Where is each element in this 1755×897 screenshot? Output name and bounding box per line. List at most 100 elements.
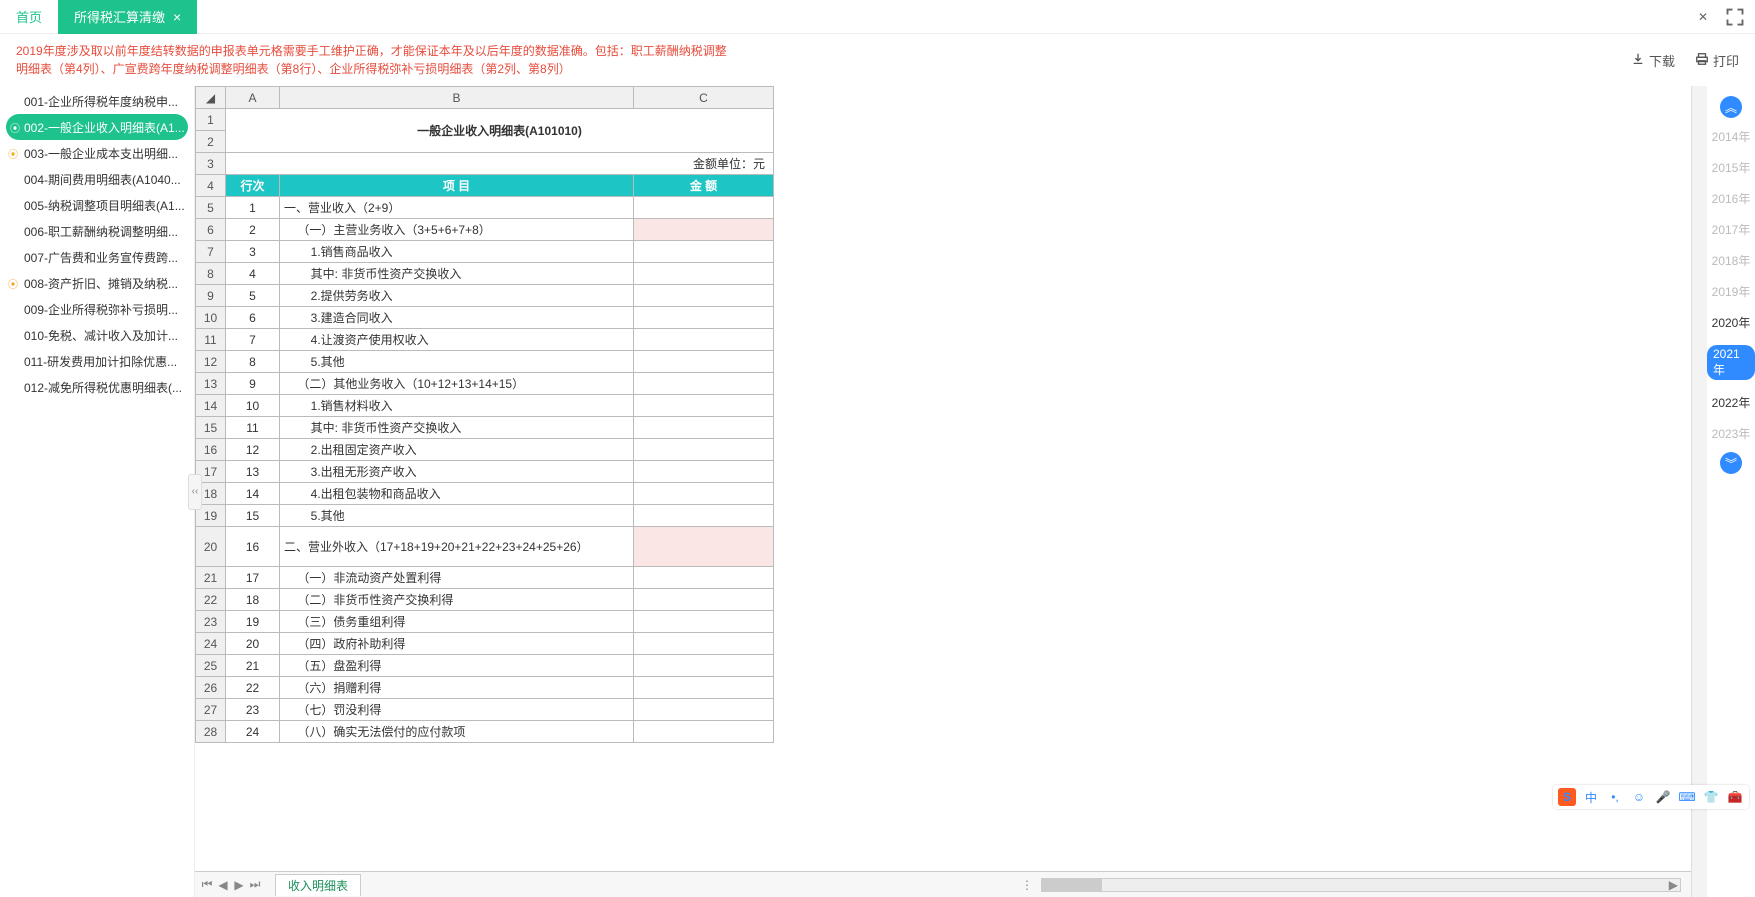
cell-rowno[interactable]: 17 (226, 567, 280, 589)
row-header[interactable]: 1 (196, 109, 226, 131)
cell-item[interactable]: （五）盘盈利得 (280, 655, 634, 677)
cell-item[interactable]: （六）捐赠利得 (280, 677, 634, 699)
cell-item[interactable]: 4.让渡资产使用权收入 (280, 329, 634, 351)
cell-item[interactable]: （二）非货币性资产交换利得 (280, 589, 634, 611)
row-header[interactable]: 6 (196, 219, 226, 241)
cell-item[interactable]: （一）非流动资产处置利得 (280, 567, 634, 589)
download-button[interactable]: 下载 (1631, 51, 1675, 70)
tab-home[interactable]: 首页 (0, 0, 58, 34)
ime-skin-icon[interactable]: 👕 (1702, 788, 1720, 806)
sidebar-item-1[interactable]: ⦿002-一般企业收入明细表(A1... (6, 114, 188, 140)
cell-amount[interactable] (634, 699, 774, 721)
sidebar-item-3[interactable]: 004-期间费用明细表(A1040... (0, 166, 194, 192)
vertical-scrollbar[interactable] (1691, 86, 1707, 897)
ime-mic-icon[interactable]: 🎤 (1654, 788, 1672, 806)
cell-rowno[interactable]: 15 (226, 505, 280, 527)
corner-cell[interactable]: ◢ (196, 87, 226, 109)
cell-item[interactable]: 3.出租无形资产收入 (280, 461, 634, 483)
cell-amount[interactable] (634, 505, 774, 527)
cell-item[interactable]: 3.建造合同收入 (280, 307, 634, 329)
cell-item[interactable]: 5.其他 (280, 351, 634, 373)
cell-amount[interactable] (634, 721, 774, 743)
cell-amount[interactable] (634, 395, 774, 417)
cell-amount[interactable] (634, 351, 774, 373)
cell-amount[interactable] (634, 633, 774, 655)
cell-amount[interactable] (634, 263, 774, 285)
cell-amount[interactable] (634, 655, 774, 677)
cell-item[interactable]: 5.其他 (280, 505, 634, 527)
sidebar-item-9[interactable]: 010-免税、减计收入及加计... (0, 322, 194, 348)
cell-rowno[interactable]: 20 (226, 633, 280, 655)
cell-item[interactable]: 2.出租固定资产收入 (280, 439, 634, 461)
year-scroll-down-icon[interactable]: ︾ (1720, 452, 1742, 474)
cell-rowno[interactable]: 23 (226, 699, 280, 721)
cell-item[interactable]: （三）债务重组利得 (280, 611, 634, 633)
sheet-nav-next-icon[interactable]: ▶ (233, 878, 245, 892)
sheet-title-cell[interactable]: 一般企业收入明细表(A101010) (226, 109, 774, 153)
cell-rowno[interactable]: 8 (226, 351, 280, 373)
ime-emoji-icon[interactable]: ☺ (1630, 788, 1648, 806)
row-header[interactable]: 12 (196, 351, 226, 373)
sidebar-collapse-handle[interactable]: ‹‹ (188, 474, 202, 510)
sidebar-item-6[interactable]: 007-广告费和业务宣传费跨... (0, 244, 194, 270)
cell-rowno[interactable]: 24 (226, 721, 280, 743)
year-item-2023年[interactable]: 2023年 (1712, 425, 1751, 442)
row-header[interactable]: 11 (196, 329, 226, 351)
cell-amount[interactable] (634, 373, 774, 395)
sidebar-item-4[interactable]: 005-纳税调整项目明细表(A1... (0, 192, 194, 218)
horizontal-scrollbar-thumb[interactable] (1042, 879, 1102, 891)
row-header[interactable]: 25 (196, 655, 226, 677)
sidebar-item-11[interactable]: 012-减免所得税优惠明细表(... (0, 374, 194, 400)
cell-rowno[interactable]: 22 (226, 677, 280, 699)
sidebar[interactable]: 001-企业所得税年度纳税申...⦿002-一般企业收入明细表(A1...⦿00… (0, 86, 195, 897)
cell-amount[interactable] (634, 611, 774, 633)
cell-rowno[interactable]: 11 (226, 417, 280, 439)
cell-amount[interactable] (634, 417, 774, 439)
unit-cell[interactable]: 金额单位：元 (226, 153, 774, 175)
cell-rowno[interactable]: 9 (226, 373, 280, 395)
header-item[interactable]: 项 目 (280, 175, 634, 197)
header-rowno[interactable]: 行次 (226, 175, 280, 197)
cell-item[interactable]: （七）罚没利得 (280, 699, 634, 721)
cell-rowno[interactable]: 10 (226, 395, 280, 417)
sheet-nav-prev-icon[interactable]: ◀ (217, 878, 229, 892)
row-header[interactable]: 20 (196, 527, 226, 567)
year-item-2019年[interactable]: 2019年 (1712, 283, 1751, 300)
row-header[interactable]: 2 (196, 131, 226, 153)
print-button[interactable]: 打印 (1695, 51, 1739, 70)
cell-amount[interactable] (634, 589, 774, 611)
close-panel-icon[interactable]: ✕ (1693, 7, 1713, 27)
sidebar-item-2[interactable]: ⦿003-一般企业成本支出明细... (0, 140, 194, 166)
tab-active[interactable]: 所得税汇算清缴 × (58, 0, 197, 34)
cell-rowno[interactable]: 18 (226, 589, 280, 611)
header-amount[interactable]: 金 额 (634, 175, 774, 197)
ime-logo-icon[interactable]: S (1558, 788, 1576, 806)
horizontal-scrollbar[interactable]: ◀ ▶ (1041, 878, 1681, 892)
cell-rowno[interactable]: 13 (226, 461, 280, 483)
cell-item[interactable]: 2.提供劳务收入 (280, 285, 634, 307)
col-header-C[interactable]: C (634, 87, 774, 109)
cell-item[interactable]: （八）确实无法偿付的应付款项 (280, 721, 634, 743)
year-item-2015年[interactable]: 2015年 (1712, 159, 1751, 176)
cell-rowno[interactable]: 3 (226, 241, 280, 263)
cell-item[interactable]: 其中: 非货币性资产交换收入 (280, 417, 634, 439)
cell-rowno[interactable]: 14 (226, 483, 280, 505)
cell-rowno[interactable]: 5 (226, 285, 280, 307)
year-item-2014年[interactable]: 2014年 (1712, 128, 1751, 145)
cell-amount[interactable] (634, 527, 774, 567)
sheet-split-icon[interactable]: ⋮ (1021, 878, 1033, 892)
cell-amount[interactable] (634, 241, 774, 263)
cell-amount[interactable] (634, 307, 774, 329)
row-header[interactable]: 28 (196, 721, 226, 743)
cell-rowno[interactable]: 1 (226, 197, 280, 219)
ime-punct-icon[interactable]: •, (1606, 788, 1624, 806)
row-header[interactable]: 13 (196, 373, 226, 395)
row-header[interactable]: 9 (196, 285, 226, 307)
row-header[interactable]: 15 (196, 417, 226, 439)
year-scroll-up-icon[interactable]: ︽ (1720, 96, 1742, 118)
cell-rowno[interactable]: 16 (226, 527, 280, 567)
row-header[interactable]: 21 (196, 567, 226, 589)
sheet-tab[interactable]: 收入明细表 (275, 874, 361, 896)
col-header-A[interactable]: A (226, 87, 280, 109)
cell-item[interactable]: （四）政府补助利得 (280, 633, 634, 655)
